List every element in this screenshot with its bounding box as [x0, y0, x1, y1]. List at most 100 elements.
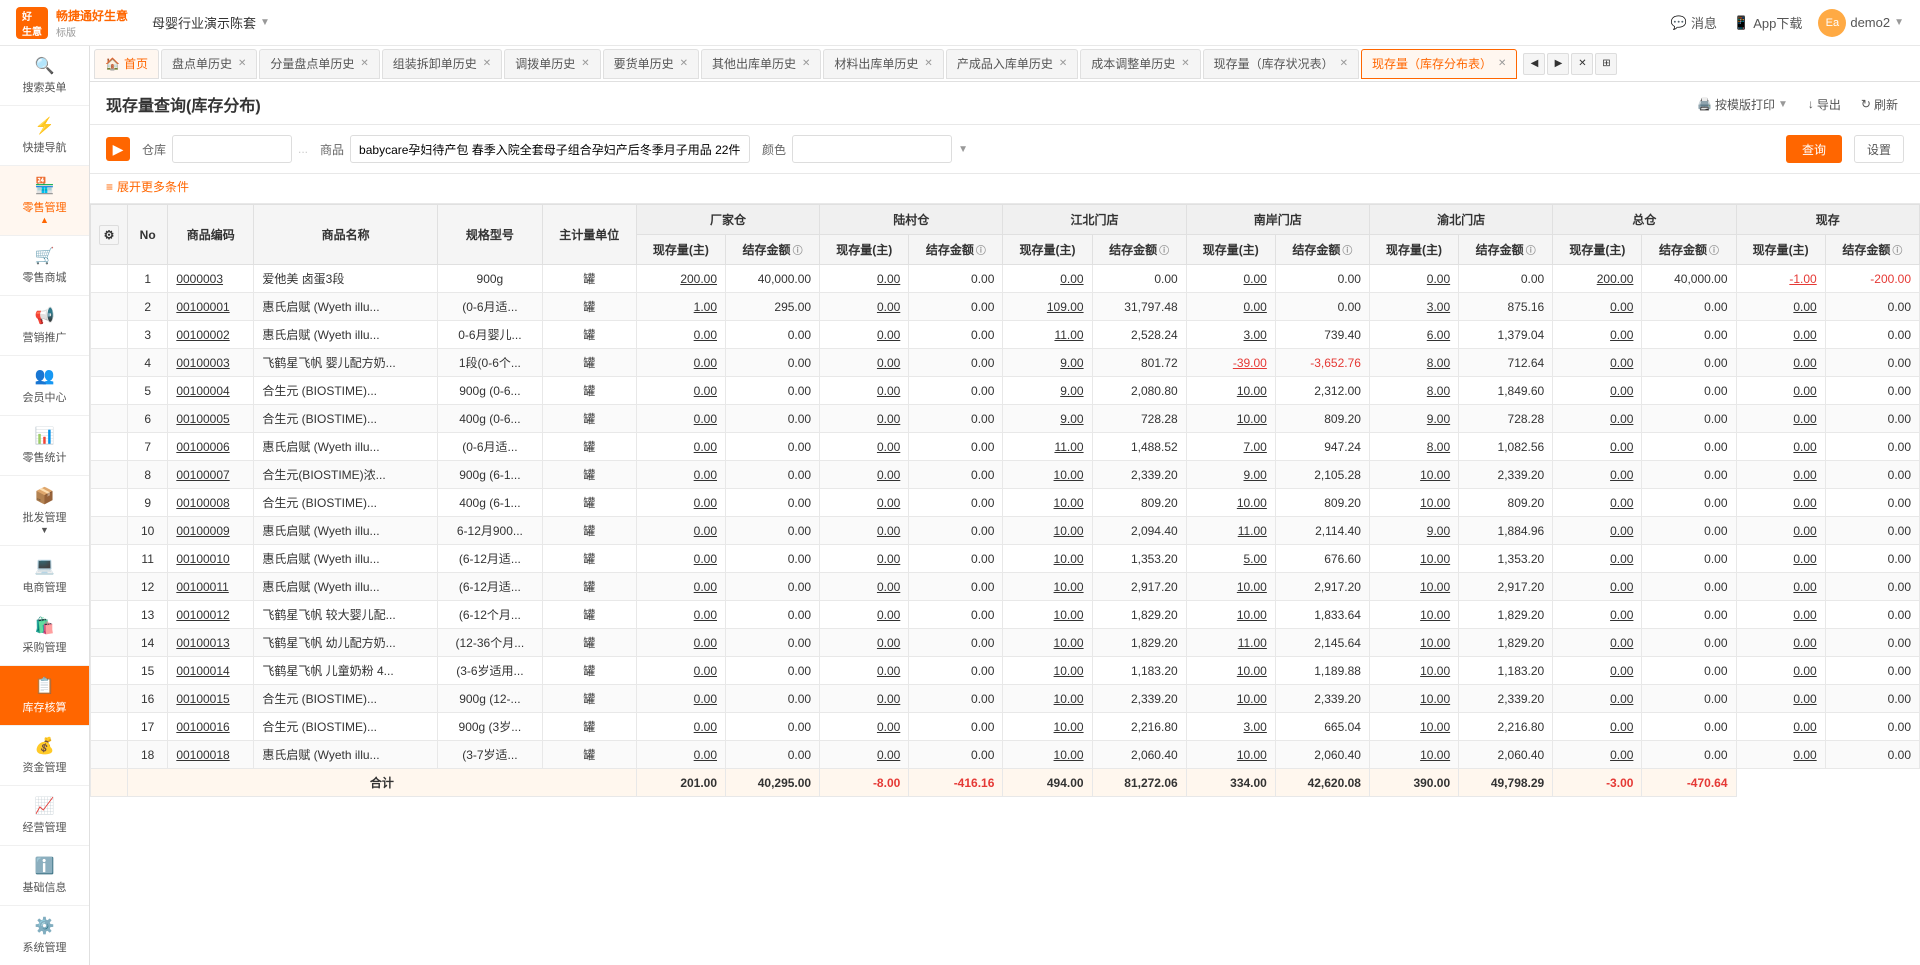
sidebar-item-retail-stats[interactable]: 📊 零售统计 [0, 416, 89, 476]
wh4-stock[interactable]: 10.00 [1186, 405, 1275, 433]
row-code[interactable]: 00100004 [168, 377, 254, 405]
wh4-stock[interactable]: 11.00 [1186, 629, 1275, 657]
tab-cost-adjust[interactable]: 成本调整单历史 ✕ [1080, 49, 1200, 79]
grand-stock[interactable]: 0.00 [1736, 489, 1825, 517]
sidebar-item-operations[interactable]: 📈 经营管理 [0, 786, 89, 846]
wh6-stock[interactable]: 0.00 [1553, 349, 1642, 377]
column-settings-icon[interactable]: ⚙ [99, 225, 119, 245]
wh4-stock[interactable]: 3.00 [1186, 713, 1275, 741]
wh6-stock[interactable]: 0.00 [1553, 461, 1642, 489]
wh1-stock[interactable]: 0.00 [636, 321, 725, 349]
wh2-stock[interactable]: 0.00 [820, 405, 909, 433]
row-code[interactable]: 00100015 [168, 685, 254, 713]
row-code[interactable]: 00100005 [168, 405, 254, 433]
wh6-stock[interactable]: 0.00 [1553, 629, 1642, 657]
sidebar-item-basic-info[interactable]: ℹ️ 基础信息 [0, 846, 89, 906]
grand-stock[interactable]: -1.00 [1736, 265, 1825, 293]
row-code[interactable]: 00100016 [168, 713, 254, 741]
wh5-stock[interactable]: 10.00 [1369, 657, 1458, 685]
tab-next-btn[interactable]: ▶ [1547, 53, 1569, 75]
wh1-stock[interactable]: 0.00 [636, 601, 725, 629]
wh2-stock[interactable]: 0.00 [820, 349, 909, 377]
wh2-stock[interactable]: 0.00 [820, 461, 909, 489]
color-input[interactable] [792, 135, 952, 163]
tab-close-stock-dist[interactable]: ✕ [1498, 58, 1506, 69]
wh4-stock[interactable]: 7.00 [1186, 433, 1275, 461]
wh1-stock[interactable]: 0.00 [636, 657, 725, 685]
wh1-stock[interactable]: 1.00 [636, 293, 725, 321]
wh2-stock[interactable]: 0.00 [820, 517, 909, 545]
wh6-stock[interactable]: 0.00 [1553, 713, 1642, 741]
tab-product-in[interactable]: 产成品入库单历史 ✕ [946, 49, 1078, 79]
wh5-stock[interactable]: 10.00 [1369, 489, 1458, 517]
product-input[interactable] [350, 135, 750, 163]
grand-stock[interactable]: 0.00 [1736, 601, 1825, 629]
wh6-stock[interactable]: 0.00 [1553, 433, 1642, 461]
print-btn[interactable]: 🖨️ 按模版打印 ▼ [1691, 94, 1794, 115]
row-code[interactable]: 00100018 [168, 741, 254, 769]
query-button[interactable]: 查询 [1786, 135, 1842, 163]
sidebar-item-ecommerce[interactable]: 💻 电商管理 [0, 546, 89, 606]
grand-stock[interactable]: 0.00 [1736, 573, 1825, 601]
tab-expand-btn[interactable]: ⊞ [1595, 53, 1617, 75]
wh6-stock[interactable]: 0.00 [1553, 517, 1642, 545]
export-btn[interactable]: ↓ 导出 [1802, 94, 1847, 115]
data-table-wrapper[interactable]: ⚙ No 商品编码 商品名称 规格型号 主计量单位 厂家仓 陆村仓 江北门店 南… [90, 204, 1920, 965]
wh1-stock[interactable]: 0.00 [636, 629, 725, 657]
wh5-stock[interactable]: 9.00 [1369, 405, 1458, 433]
wh4-stock[interactable]: 10.00 [1186, 489, 1275, 517]
wh6-stock[interactable]: 0.00 [1553, 545, 1642, 573]
wh5-stock[interactable]: 10.00 [1369, 713, 1458, 741]
wh1-stock[interactable]: 0.00 [636, 545, 725, 573]
tab-close-other-out[interactable]: ✕ [802, 58, 810, 69]
grand-stock[interactable]: 0.00 [1736, 657, 1825, 685]
wh4-stock[interactable]: 10.00 [1186, 741, 1275, 769]
wh2-stock[interactable]: 0.00 [820, 713, 909, 741]
app-download-btn[interactable]: 📱 App下载 [1733, 13, 1802, 32]
wh5-stock[interactable]: 10.00 [1369, 685, 1458, 713]
wh3-stock[interactable]: 10.00 [1003, 685, 1092, 713]
wh3-stock[interactable]: 10.00 [1003, 601, 1092, 629]
row-code[interactable]: 00100007 [168, 461, 254, 489]
wh4-stock[interactable]: 0.00 [1186, 265, 1275, 293]
row-code[interactable]: 00100002 [168, 321, 254, 349]
grand-stock[interactable]: 0.00 [1736, 321, 1825, 349]
wh3-stock[interactable]: 0.00 [1003, 265, 1092, 293]
wh6-stock[interactable]: 0.00 [1553, 405, 1642, 433]
wh3-stock[interactable]: 10.00 [1003, 629, 1092, 657]
grand-stock[interactable]: 0.00 [1736, 629, 1825, 657]
wh5-stock[interactable]: 8.00 [1369, 433, 1458, 461]
wh5-stock[interactable]: 9.00 [1369, 517, 1458, 545]
row-code[interactable]: 0000003 [168, 265, 254, 293]
sidebar-item-stock[interactable]: 📋 库存核算 [0, 666, 89, 726]
row-code[interactable]: 00100012 [168, 601, 254, 629]
wh3-stock[interactable]: 9.00 [1003, 349, 1092, 377]
wh5-stock[interactable]: 10.00 [1369, 629, 1458, 657]
sidebar-item-retail-mgmt[interactable]: 🏪 零售管理 ▲ [0, 166, 89, 236]
tab-close-all-btn[interactable]: ✕ [1571, 53, 1593, 75]
tab-close-inventory[interactable]: ✕ [238, 58, 246, 69]
wh5-stock[interactable]: 0.00 [1369, 265, 1458, 293]
wh6-stock[interactable]: 0.00 [1553, 685, 1642, 713]
wh1-stock[interactable]: 0.00 [636, 405, 725, 433]
wh4-stock[interactable]: 10.00 [1186, 657, 1275, 685]
wh6-stock[interactable]: 0.00 [1553, 657, 1642, 685]
wh2-stock[interactable]: 0.00 [820, 433, 909, 461]
sidebar-item-retail-store[interactable]: 🛒 零售商城 [0, 236, 89, 296]
row-code[interactable]: 00100013 [168, 629, 254, 657]
wh1-stock[interactable]: 0.00 [636, 489, 725, 517]
wh2-stock[interactable]: 0.00 [820, 601, 909, 629]
tab-stock-dist[interactable]: 现存量（库存分布表） ✕ [1361, 49, 1517, 79]
grand-stock[interactable]: 0.00 [1736, 685, 1825, 713]
tab-stock-status[interactable]: 现存量（库存状况表） ✕ [1203, 49, 1359, 79]
grand-stock[interactable]: 0.00 [1736, 517, 1825, 545]
filter-toggle-btn[interactable]: ▶ [106, 137, 130, 161]
wh6-stock[interactable]: 0.00 [1553, 573, 1642, 601]
wh2-stock[interactable]: 0.00 [820, 377, 909, 405]
wh5-stock[interactable]: 10.00 [1369, 461, 1458, 489]
wh3-stock[interactable]: 9.00 [1003, 405, 1092, 433]
wh6-stock[interactable]: 200.00 [1553, 265, 1642, 293]
wh3-stock[interactable]: 11.00 [1003, 321, 1092, 349]
grand-stock[interactable]: 0.00 [1736, 433, 1825, 461]
row-code[interactable]: 00100009 [168, 517, 254, 545]
